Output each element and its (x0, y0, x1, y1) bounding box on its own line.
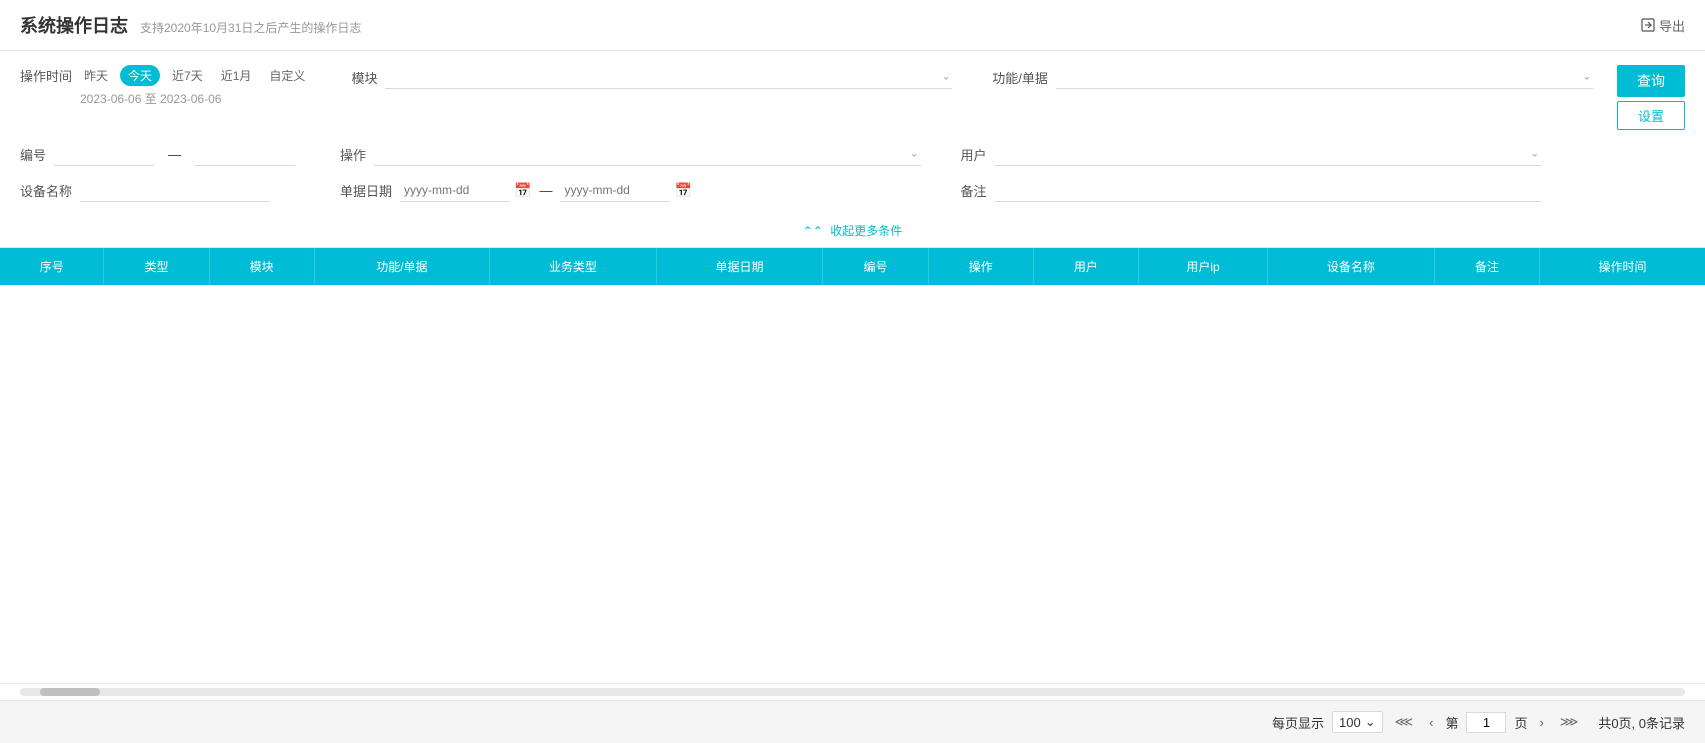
time-btn-yesterday[interactable]: 昨天 (78, 65, 114, 86)
page-wrapper: 系统操作日志 支持2020年10月31日之后产生的操作日志 导出 操作时间 昨天… (0, 0, 1705, 743)
module-select-wrap: ⌄ (385, 65, 952, 89)
time-btn-custom[interactable]: 自定义 (263, 65, 311, 86)
operation-select-wrap: ⌄ (374, 142, 920, 166)
col-business-type: 业务类型 (489, 248, 656, 285)
col-module: 模块 (209, 248, 314, 285)
col-user-ip: 用户ip (1138, 248, 1267, 285)
page-prev-button[interactable]: ‹ (1425, 713, 1437, 732)
col-date: 单据日期 (656, 248, 823, 285)
collapse-bar[interactable]: ⌃⌃ 收起更多条件 (0, 214, 1705, 248)
export-icon (1641, 18, 1655, 32)
operation-label: 操作 (340, 145, 366, 164)
page-size-value: 100 (1339, 715, 1361, 730)
user-label: 用户 (961, 145, 987, 164)
operation-filter: 操作 ⌄ (340, 142, 921, 166)
feature-label: 功能/单据 (992, 68, 1048, 87)
module-filter: 模块 ⌄ (351, 65, 952, 89)
page-size-label: 每页显示 (1272, 713, 1324, 732)
code-filter: 编号 — (20, 142, 300, 166)
col-feature: 功能/单据 (314, 248, 489, 285)
action-buttons: 查询 设置 (1617, 65, 1685, 130)
page-last-button[interactable]: ⋙ (1556, 712, 1583, 732)
header-left: 系统操作日志 支持2020年10月31日之后产生的操作日志 (20, 12, 361, 38)
export-label: 导出 (1659, 16, 1685, 35)
page-header: 系统操作日志 支持2020年10月31日之后产生的操作日志 导出 (0, 0, 1705, 51)
date-filter: 单据日期 📅 — 📅 (340, 179, 921, 202)
time-label: 操作时间 (20, 66, 72, 85)
table-header-row: 序号 类型 模块 功能/单据 业务类型 单据日期 编号 操作 用户 用户ip 设… (0, 248, 1705, 285)
col-user: 用户 (1033, 248, 1138, 285)
scroll-bar-area (0, 683, 1705, 700)
time-btn-1month[interactable]: 近1月 (215, 65, 258, 86)
scroll-thumb[interactable] (40, 688, 100, 696)
col-type: 类型 (104, 248, 209, 285)
query-button[interactable]: 查询 (1617, 65, 1685, 97)
filters-container: 操作时间 昨天 今天 近7天 近1月 自定义 2023-06-06 至 2023… (0, 51, 1705, 214)
col-code: 编号 (823, 248, 928, 285)
date-to-input[interactable] (560, 179, 670, 202)
module-input[interactable] (385, 65, 952, 89)
page-subtitle: 支持2020年10月31日之后产生的操作日志 (140, 19, 361, 36)
data-table: 序号 类型 模块 功能/单据 业务类型 单据日期 编号 操作 用户 用户ip 设… (0, 248, 1705, 285)
remark-input[interactable] (995, 178, 1541, 202)
col-operation: 操作 (928, 248, 1033, 285)
col-index: 序号 (0, 248, 104, 285)
user-filter: 用户 ⌄ (961, 142, 1542, 166)
device-input[interactable] (80, 178, 270, 202)
feature-select-wrap: ⌄ (1056, 65, 1593, 89)
pagination-bar: 每页显示 100 ⌄ ⋘ ‹ 第 页 › ⋙ 共0页, 0条记录 (0, 700, 1705, 743)
module-label: 模块 (351, 68, 377, 87)
date-dash: — (539, 183, 552, 198)
col-remark: 备注 (1434, 248, 1539, 285)
empty-area (0, 285, 1705, 665)
time-filter-group: 操作时间 昨天 今天 近7天 近1月 自定义 2023-06-06 至 2023… (20, 65, 311, 107)
page-first-button[interactable]: ⋘ (1391, 712, 1418, 732)
remark-filter: 备注 (961, 178, 1542, 202)
col-op-time: 操作时间 (1539, 248, 1705, 285)
collapse-label: 收起更多条件 (830, 224, 902, 238)
total-info: 共0页, 0条记录 (1598, 713, 1685, 732)
scroll-track (20, 688, 1685, 696)
collapse-icon: ⌃⌃ (803, 224, 823, 238)
settings-button[interactable]: 设置 (1617, 101, 1685, 130)
remark-label: 备注 (961, 181, 987, 200)
feature-filter: 功能/单据 ⌄ (992, 65, 1593, 89)
code-label: 编号 (20, 145, 46, 164)
device-label: 设备名称 (20, 181, 72, 200)
user-input[interactable] (995, 142, 1541, 166)
col-device: 设备名称 (1268, 248, 1435, 285)
page-size-chevron-icon: ⌄ (1365, 714, 1376, 730)
feature-input[interactable] (1056, 65, 1593, 89)
date-from-field: 📅 (400, 179, 531, 202)
page-size-select[interactable]: 100 ⌄ (1332, 711, 1383, 733)
date-to-field: 📅 (560, 179, 691, 202)
time-btn-7days[interactable]: 近7天 (166, 65, 209, 86)
date-from-input[interactable] (400, 179, 510, 202)
device-filter: 设备名称 (20, 178, 300, 202)
page-label-post: 页 (1514, 713, 1527, 732)
page-label-pre: 第 (1445, 713, 1458, 732)
page-title: 系统操作日志 (20, 12, 128, 38)
calendar-from-icon[interactable]: 📅 (514, 182, 531, 199)
page-input[interactable] (1466, 712, 1506, 733)
date-label: 单据日期 (340, 181, 392, 200)
table-wrapper: 序号 类型 模块 功能/单据 业务类型 单据日期 编号 操作 用户 用户ip 设… (0, 248, 1705, 683)
time-btn-today[interactable]: 今天 (120, 65, 160, 86)
code-dash: — (168, 147, 181, 162)
code-to-input[interactable] (195, 142, 295, 166)
calendar-to-icon[interactable]: 📅 (674, 182, 691, 199)
page-next-button[interactable]: › (1535, 713, 1547, 732)
user-select-wrap: ⌄ (995, 142, 1541, 166)
export-button[interactable]: 导出 (1641, 16, 1685, 35)
time-range: 2023-06-06 至 2023-06-06 (80, 92, 221, 106)
operation-input[interactable] (374, 142, 920, 166)
code-from-input[interactable] (54, 142, 154, 166)
